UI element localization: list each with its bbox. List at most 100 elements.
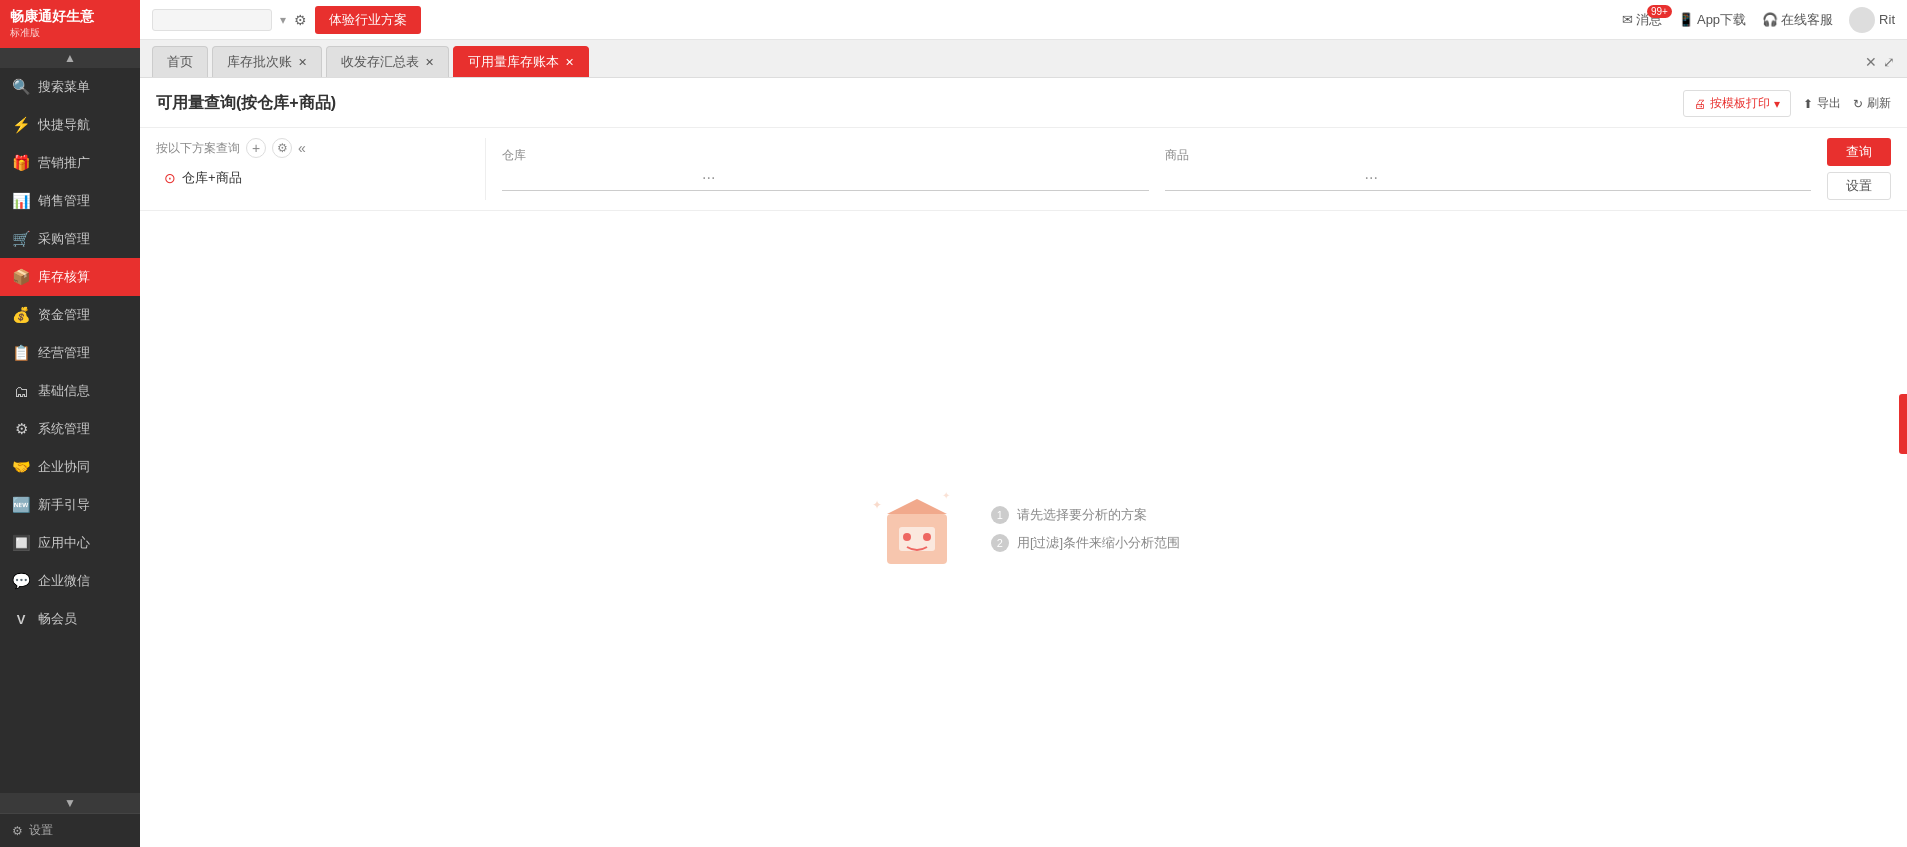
- goods-label: 商品: [1165, 147, 1812, 164]
- goods-field: 商品 ···: [1165, 147, 1812, 191]
- sidebar-item-label: 基础信息: [38, 382, 90, 400]
- sidebar-item-sales[interactable]: 📊 销售管理: [0, 182, 140, 220]
- sidebar-item-system[interactable]: ⚙ 系统管理: [0, 410, 140, 448]
- app-sub: 标准版: [10, 26, 40, 40]
- filter-actions: 查询 设置: [1827, 138, 1891, 200]
- settings-btn[interactable]: 设置: [1827, 172, 1891, 200]
- svg-point-4: [923, 533, 931, 541]
- chevron-down-icon[interactable]: ▾: [280, 13, 286, 27]
- apps-icon: 🔲: [12, 534, 30, 552]
- export-icon: ⬆: [1803, 97, 1813, 111]
- sidebar-item-label: 销售管理: [38, 192, 90, 210]
- sidebar-item-guide[interactable]: 🆕 新手引导: [0, 486, 140, 524]
- tab-home[interactable]: 首页: [152, 46, 208, 77]
- window-close-icon[interactable]: ✕: [1865, 54, 1877, 70]
- query-btn[interactable]: 查询: [1827, 138, 1891, 166]
- sidebar-item-operation[interactable]: 📋 经营管理: [0, 334, 140, 372]
- warehouse-dots-icon[interactable]: ···: [702, 169, 715, 189]
- online-service-label: 在线客服: [1781, 11, 1833, 29]
- topbar-right: ✉ 消息 99+ 📱 App下载 🎧 在线客服 Rit: [1622, 7, 1895, 33]
- box-icon: 📦: [12, 268, 30, 286]
- page-content: 可用量查询(按仓库+商品) 🖨 按模板打印 ▾ ⬆ 导出 ↻ 刷新: [140, 78, 1907, 847]
- sidebar-item-member[interactable]: V 畅会员: [0, 600, 140, 638]
- sidebar-settings[interactable]: ⚙ 设置: [0, 813, 140, 847]
- step1-text: 请先选择要分析的方案: [1017, 506, 1147, 524]
- tab-available-close-icon[interactable]: ✕: [565, 56, 574, 69]
- user-menu[interactable]: Rit: [1849, 7, 1895, 33]
- filter-setting-btn[interactable]: ⚙: [272, 138, 292, 158]
- headset-icon: 🎧: [1762, 12, 1778, 27]
- tabbar: 首页 库存批次账 ✕ 收发存汇总表 ✕ 可用量库存账本 ✕ ✕ ⤢: [140, 40, 1907, 78]
- message-icon: ✉: [1622, 12, 1633, 27]
- right-edge-indicator: [1899, 394, 1907, 454]
- tab-available-label: 可用量库存账本: [468, 53, 559, 71]
- print-icon: 🖨: [1694, 97, 1706, 111]
- sidebar-item-label: 应用中心: [38, 534, 90, 552]
- page-title: 可用量查询(按仓库+商品): [156, 93, 336, 114]
- goods-dots-icon[interactable]: ···: [1365, 169, 1378, 189]
- app-download-btn[interactable]: 📱 App下载: [1678, 11, 1746, 29]
- sidebar-scroll-down[interactable]: ▼: [0, 793, 140, 813]
- vip-icon: V: [12, 612, 30, 627]
- filter-right: 仓库 ··· 商品 ··· 查询: [486, 138, 1891, 200]
- tab-batch-close-icon[interactable]: ✕: [298, 56, 307, 69]
- tab-available[interactable]: 可用量库存账本 ✕: [453, 46, 589, 77]
- industry-btn[interactable]: 体验行业方案: [315, 6, 421, 34]
- main-area: ▾ ⚙ 体验行业方案 ✉ 消息 99+ 📱 App下载 🎧 在线客服 Rit: [140, 0, 1907, 847]
- page-header-actions: 🖨 按模板打印 ▾ ⬆ 导出 ↻ 刷新: [1683, 90, 1891, 117]
- sidebar-scroll-up[interactable]: ▲: [0, 48, 140, 68]
- search-icon: 🔍: [12, 78, 30, 96]
- sidebar-item-wechat[interactable]: 💬 企业微信: [0, 562, 140, 600]
- filter-collapse-btn[interactable]: «: [298, 140, 306, 156]
- filter-label-text: 按以下方案查询: [156, 140, 240, 157]
- topbar-search-input[interactable]: [152, 9, 272, 31]
- sidebar-item-search[interactable]: 🔍 搜索菜单: [0, 68, 140, 106]
- sidebar-item-label: 畅会员: [38, 610, 77, 628]
- online-service-btn[interactable]: 🎧 在线客服: [1762, 11, 1833, 29]
- sidebar-item-basic[interactable]: 🗂 基础信息: [0, 372, 140, 410]
- sidebar-settings-label: 设置: [29, 822, 53, 839]
- folder-icon: 🗂: [12, 383, 30, 400]
- sidebar-item-label: 采购管理: [38, 230, 90, 248]
- tab-summary[interactable]: 收发存汇总表 ✕: [326, 46, 449, 77]
- sidebar-item-label: 资金管理: [38, 306, 90, 324]
- sidebar-item-label: 企业微信: [38, 572, 90, 590]
- sidebar-item-marketing[interactable]: 🎁 营销推广: [0, 144, 140, 182]
- handshake-icon: 🤝: [12, 458, 30, 476]
- filter-scheme-item[interactable]: ⊙ 仓库+商品: [156, 164, 475, 192]
- gear-icon: ⚙: [12, 420, 30, 438]
- money-icon: 💰: [12, 306, 30, 324]
- settings-icon: ⚙: [12, 824, 23, 838]
- warehouse-label: 仓库: [502, 147, 1149, 164]
- step2-num: 2: [991, 534, 1009, 552]
- new-icon: 🆕: [12, 496, 30, 514]
- message-btn[interactable]: ✉ 消息 99+: [1622, 11, 1662, 29]
- sidebar-item-shortcut[interactable]: ⚡ 快捷导航: [0, 106, 140, 144]
- step2-text: 用[过滤]条件来缩小分析范围: [1017, 534, 1180, 552]
- export-btn[interactable]: ⬆ 导出: [1803, 95, 1841, 112]
- topbar: ▾ ⚙ 体验行业方案 ✉ 消息 99+ 📱 App下载 🎧 在线客服 Rit: [140, 0, 1907, 40]
- template-print-btn[interactable]: 🖨 按模板打印 ▾: [1683, 90, 1791, 117]
- goods-input[interactable]: [1165, 167, 1365, 190]
- refresh-icon: ↻: [1853, 97, 1863, 111]
- sidebar-item-enterprise[interactable]: 🤝 企业协同: [0, 448, 140, 486]
- empty-step1: 1 请先选择要分析的方案: [991, 506, 1180, 524]
- svg-point-3: [903, 533, 911, 541]
- sidebar-item-apps[interactable]: 🔲 应用中心: [0, 524, 140, 562]
- topbar-gear-icon[interactable]: ⚙: [294, 12, 307, 28]
- tab-summary-close-icon[interactable]: ✕: [425, 56, 434, 69]
- svg-text:✦: ✦: [872, 498, 882, 512]
- sidebar-item-purchase[interactable]: 🛒 采购管理: [0, 220, 140, 258]
- filter-add-btn[interactable]: +: [246, 138, 266, 158]
- tab-batch[interactable]: 库存批次账 ✕: [212, 46, 322, 77]
- warehouse-input[interactable]: [502, 167, 702, 190]
- window-expand-icon[interactable]: ⤢: [1883, 54, 1895, 70]
- sidebar-item-inventory[interactable]: 📦 库存核算: [0, 258, 140, 296]
- sidebar-item-label: 企业协同: [38, 458, 90, 476]
- refresh-btn[interactable]: ↻ 刷新: [1853, 95, 1891, 112]
- sidebar-item-finance[interactable]: 💰 资金管理: [0, 296, 140, 334]
- clipboard-icon: 📋: [12, 344, 30, 362]
- empty-state: ✦ ✦ 1 请先选择要分析的方案 2 用[过滤]条件来缩小分析范围: [140, 211, 1907, 847]
- scheme-label: 仓库+商品: [182, 169, 242, 187]
- gift-icon: 🎁: [12, 154, 30, 172]
